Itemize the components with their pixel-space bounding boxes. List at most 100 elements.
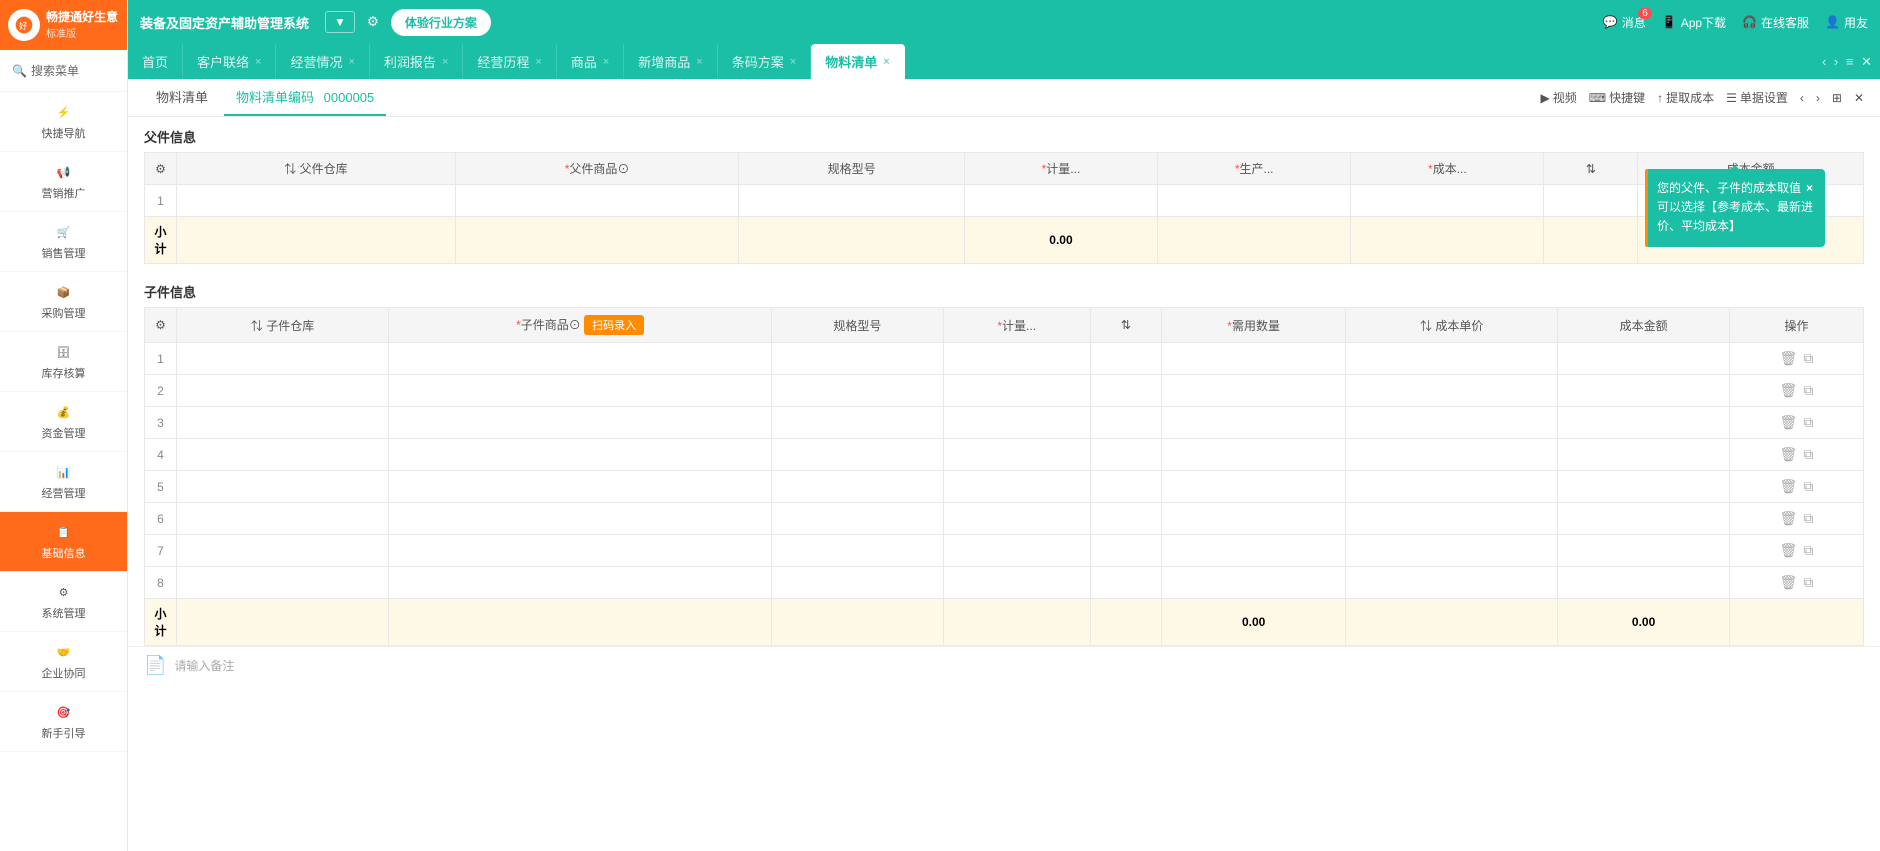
child-row-8-product[interactable] (389, 567, 772, 599)
parent-col-settings[interactable]: ⚙ (145, 153, 177, 185)
tab-profit[interactable]: 利润报告 × (370, 44, 463, 79)
child-row-1-unit[interactable] (943, 343, 1090, 375)
delete-icon-5[interactable]: 🗑 (1780, 478, 1798, 495)
child-row-2-product[interactable] (389, 375, 772, 407)
child-sort-warehouse[interactable]: ⇅ (251, 319, 263, 333)
parent-row-1-spec[interactable] (739, 185, 965, 217)
sort-icon[interactable]: ⇅ (1586, 162, 1596, 176)
delete-icon-8[interactable]: 🗑 (1780, 574, 1798, 591)
child-row-7-spec[interactable] (772, 535, 944, 567)
sidebar-item-basicinfo[interactable]: 📋 基础信息 (0, 512, 127, 572)
settings-button[interactable]: ⚙ (363, 10, 383, 34)
tab-bom[interactable]: 物料清单 × (811, 44, 904, 79)
single-settings-action[interactable]: ☰ 单据设置 (1726, 89, 1788, 106)
child-row-1-warehouse[interactable] (177, 343, 389, 375)
parent-row-1-unit[interactable] (964, 185, 1157, 217)
child-row-6-product[interactable] (389, 503, 772, 535)
tab-history-close[interactable]: × (535, 56, 541, 68)
copy-icon-5[interactable]: ⧉ (1803, 478, 1813, 495)
child-row-4-unit[interactable] (943, 439, 1090, 471)
child-row-3-product[interactable] (389, 407, 772, 439)
child-row-7-warehouse[interactable] (177, 535, 389, 567)
child-row-6-qty[interactable] (1162, 503, 1346, 535)
tab-newproduct[interactable]: 新增商品 × (624, 44, 717, 79)
system-dropdown-button[interactable]: ▼ (325, 11, 355, 33)
tab-products[interactable]: 商品 × (557, 44, 624, 79)
nav-next-action[interactable]: › (1816, 91, 1820, 105)
tab-barcode[interactable]: 条码方案 × (718, 44, 811, 79)
parent-row-1-warehouse[interactable] (177, 185, 456, 217)
child-row-8-qty[interactable] (1162, 567, 1346, 599)
child-row-3-qty[interactable] (1162, 407, 1346, 439)
unit-cost-sort[interactable]: ⇅ (1420, 319, 1432, 333)
shortcut-action[interactable]: ⌨ 快捷键 (1589, 89, 1645, 106)
tab-home[interactable]: 首页 (128, 44, 183, 79)
child-row-4-spec[interactable] (772, 439, 944, 471)
online-chat-button[interactable]: 🎧 在线客服 (1742, 14, 1809, 31)
grid-view-action[interactable]: ⊞ (1832, 91, 1842, 105)
child-row-7-product[interactable] (389, 535, 772, 567)
sidebar-search-area[interactable]: 🔍 搜索菜单 (0, 50, 127, 92)
tab-nav-prev[interactable]: ‹ (1822, 54, 1826, 69)
child-row-6-warehouse[interactable] (177, 503, 389, 535)
delete-icon-6[interactable]: 🗑 (1780, 510, 1798, 527)
child-row-4-product[interactable] (389, 439, 772, 471)
sidebar-item-marketing[interactable]: 📢 营销推广 (0, 152, 127, 212)
experience-button[interactable]: 体验行业方案 (391, 9, 491, 36)
child-col-settings[interactable]: ⚙ (145, 308, 177, 343)
sidebar-item-finance[interactable]: 💰 资金管理 (0, 392, 127, 452)
child-row-5-qty[interactable] (1162, 471, 1346, 503)
tooltip-close-btn[interactable]: × (1806, 179, 1813, 198)
child-row-3-warehouse[interactable] (177, 407, 389, 439)
child-row-5-spec[interactable] (772, 471, 944, 503)
tab-history[interactable]: 经营历程 × (463, 44, 556, 79)
child-row-6-unit[interactable] (943, 503, 1090, 535)
tab-bom-close[interactable]: × (883, 56, 889, 68)
delete-icon-3[interactable]: 🗑 (1780, 414, 1798, 431)
delete-icon-7[interactable]: 🗑 (1780, 542, 1798, 559)
child-row-5-unit[interactable] (943, 471, 1090, 503)
copy-icon-3[interactable]: ⧉ (1803, 414, 1813, 431)
tab-newproduct-close[interactable]: × (696, 56, 702, 68)
sidebar-item-purchase[interactable]: 📦 采购管理 (0, 272, 127, 332)
tab-nav-next[interactable]: › (1834, 54, 1838, 69)
child-row-3-unit[interactable] (943, 407, 1090, 439)
qty-sort-icon[interactable]: ⇅ (1121, 318, 1131, 332)
parent-sort-warehouse[interactable]: ⇅ (284, 162, 296, 176)
sidebar-item-system[interactable]: ⚙ 系统管理 (0, 572, 127, 632)
delete-icon-4[interactable]: 🗑 (1780, 446, 1798, 463)
user-button[interactable]: 👤 用友 (1825, 14, 1868, 31)
child-row-3-spec[interactable] (772, 407, 944, 439)
tab-customers-close[interactable]: × (255, 56, 261, 68)
tab-operations-status[interactable]: 经营情况 × (276, 44, 369, 79)
child-row-7-unit[interactable] (943, 535, 1090, 567)
child-row-1-qty[interactable] (1162, 343, 1346, 375)
sub-tab-list[interactable]: 物料清单 (144, 79, 220, 116)
copy-icon-4[interactable]: ⧉ (1803, 446, 1813, 463)
sidebar-item-operations[interactable]: 📊 经营管理 (0, 452, 127, 512)
child-row-6-spec[interactable] (772, 503, 944, 535)
child-row-4-qty[interactable] (1162, 439, 1346, 471)
app-download-button[interactable]: 📱 App下载 (1662, 14, 1726, 31)
copy-icon-1[interactable]: ⧉ (1803, 350, 1813, 367)
sub-tab-code[interactable]: 物料清单编码 0000005 (224, 79, 386, 116)
view-action[interactable]: ▶ 视频 (1540, 89, 1576, 106)
close-all-icon[interactable]: ✕ (1861, 54, 1872, 69)
sidebar-item-guide[interactable]: 🎯 新手引导 (0, 692, 127, 752)
child-row-2-unit[interactable] (943, 375, 1090, 407)
delete-icon-2[interactable]: 🗑 (1780, 382, 1798, 399)
parent-row-1-product[interactable] (455, 185, 738, 217)
child-row-8-spec[interactable] (772, 567, 944, 599)
search-menu-button[interactable]: 🔍 搜索菜单 (8, 58, 119, 83)
nav-prev-action[interactable]: ‹ (1800, 91, 1804, 105)
child-row-5-product[interactable] (389, 471, 772, 503)
sidebar-item-collab[interactable]: 🤝 企业协同 (0, 632, 127, 692)
child-row-5-warehouse[interactable] (177, 471, 389, 503)
tab-products-close[interactable]: × (603, 56, 609, 68)
delete-icon-1[interactable]: 🗑 (1780, 350, 1798, 367)
child-row-1-spec[interactable] (772, 343, 944, 375)
tab-profit-close[interactable]: × (442, 56, 448, 68)
tab-barcode-close[interactable]: × (790, 56, 796, 68)
sidebar-item-inventory[interactable]: 🗄 库存核算 (0, 332, 127, 392)
copy-icon-2[interactable]: ⧉ (1803, 382, 1813, 399)
